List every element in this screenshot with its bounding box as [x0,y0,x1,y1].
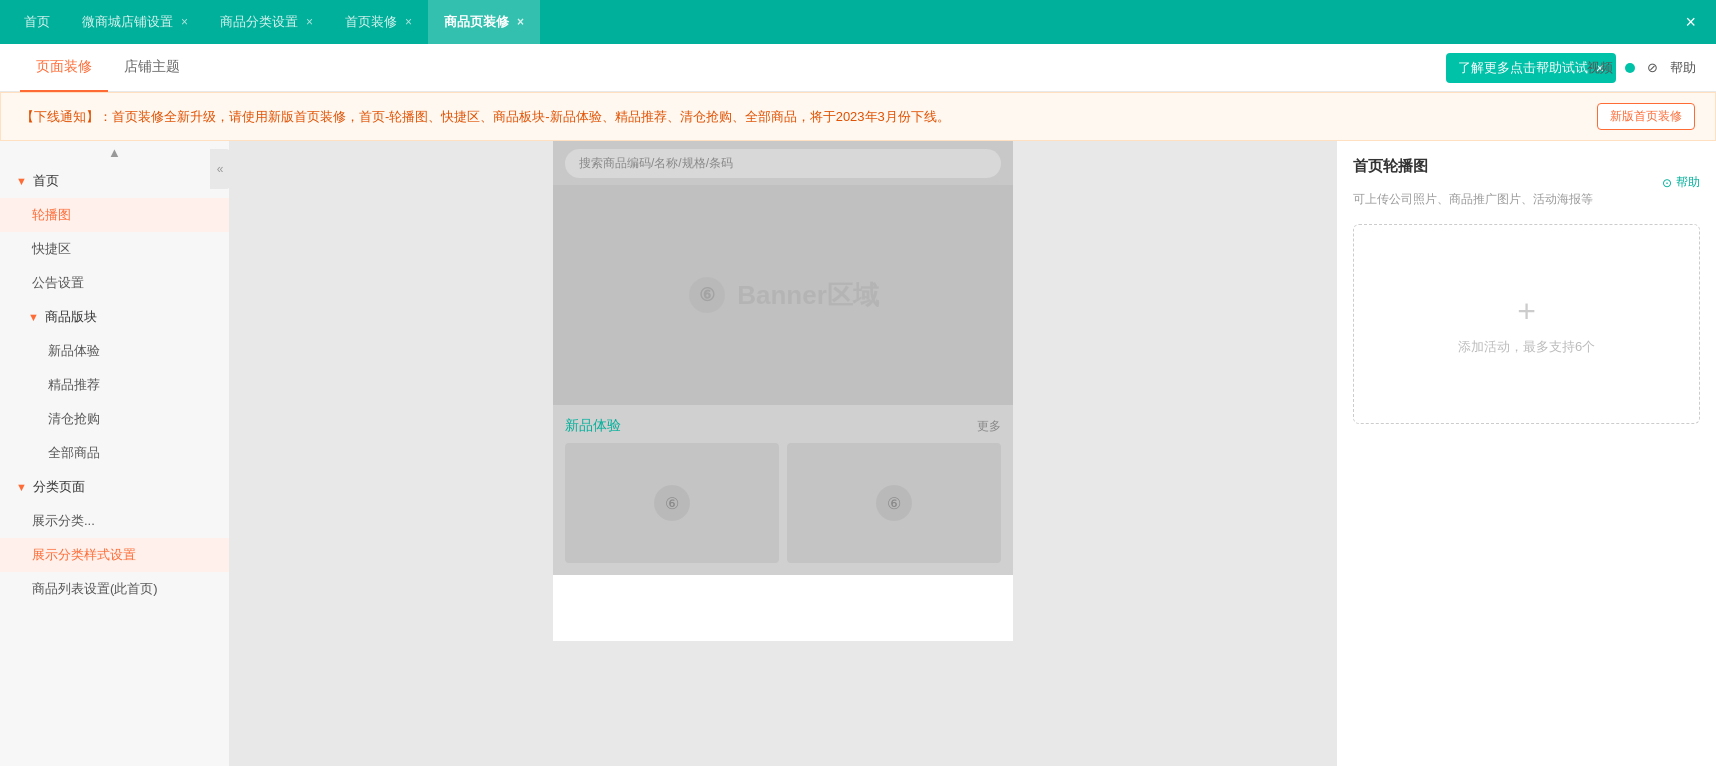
banner-text: Banner区域 [737,278,879,313]
phone-frame: 搜索商品编码/名称/规格/条码 ⑥ Banner区域 新品体验 更多 [553,141,1013,641]
window-close-button[interactable]: × [1673,12,1708,33]
plus-icon: + [1517,293,1536,330]
notice-bar: 【下线通知】：首页装修全新升级，请使用新版首页装修，首页-轮播图、快捷区、商品板… [0,92,1716,141]
help-banner-text: 了解更多点击帮助试试 [1458,59,1588,77]
nav-tab-shop-theme[interactable]: 店铺主题 [108,44,196,92]
sidebar-item-clearance[interactable]: 清仓抢购 [0,402,229,436]
search-placeholder: 搜索商品编码/名称/规格/条码 [579,156,733,170]
close-shop-settings[interactable]: × [181,15,188,29]
phone-search-bar: 搜索商品编码/名称/规格/条码 [553,141,1013,185]
arrow-icon-product-block: ▼ [28,311,39,323]
sidebar-group-home-label: 首页 [33,172,59,190]
sidebar-group-product-block[interactable]: ▼ 商品版块 [0,300,229,334]
sidebar-scroll-up[interactable]: ▲ [0,141,229,164]
help-icon-circle: ⊘ [1647,60,1658,75]
sidebar-group-category-page[interactable]: ▼ 分类页面 [0,470,229,504]
sidebar-group-category-label: 分类页面 [33,478,85,496]
new-version-button[interactable]: 新版首页装修 [1597,103,1695,130]
arrow-icon-category: ▼ [16,481,27,493]
banner-area-preview: ⑥ Banner区域 [553,185,1013,405]
tab-bar: 首页 微商城店铺设置 × 商品分类设置 × 首页装修 × 商品页装修 × × [0,0,1716,44]
question-icon: ⊙ [1662,176,1672,190]
close-product-decor[interactable]: × [517,15,524,29]
video-link[interactable]: 视频 [1587,59,1613,77]
sidebar-item-featured[interactable]: 精品推荐 [0,368,229,402]
arrow-icon-home: ▼ [16,175,27,187]
secondary-nav: 页面装修 店铺主题 了解更多点击帮助试试 × 视频 ⊘ 帮助 [0,44,1716,92]
right-panel: 首页轮播图 可上传公司照片、商品推广图片、活动海报等 ⊙ 帮助 + 添加活动，最… [1336,141,1716,766]
product-icon-2: ⑥ [874,483,914,523]
sidebar-item-category-style[interactable]: 展示分类样式设置 [0,538,229,572]
product-card-2: ⑥ [787,443,1001,563]
tab-shop-settings[interactable]: 微商城店铺设置 × [66,0,204,44]
preview-area: 搜索商品编码/名称/规格/条码 ⑥ Banner区域 新品体验 更多 [230,141,1336,766]
product-card-1: ⑥ [565,443,779,563]
sidebar-item-banner[interactable]: 轮播图 [0,198,229,232]
close-home-decor[interactable]: × [405,15,412,29]
product-section-header: 新品体验 更多 [565,417,1001,435]
sidebar-item-notice[interactable]: 公告设置 [0,266,229,300]
product-section-more: 更多 [977,418,1001,435]
svg-text:⑥: ⑥ [699,285,715,305]
help-link[interactable]: 帮助 [1670,59,1696,77]
tab-home-decor[interactable]: 首页装修 × [329,0,428,44]
banner-logo-icon: ⑥ [687,275,727,315]
product-section-preview: 新品体验 更多 ⑥ ⑥ [553,405,1013,575]
sidebar-collapse-button[interactable]: « [210,149,230,189]
tab-product-category[interactable]: 商品分类设置 × [204,0,329,44]
nav-right-links: 视频 ⊘ 帮助 [1587,59,1696,77]
sidebar-item-quick-zone[interactable]: 快捷区 [0,232,229,266]
product-grid: ⑥ ⑥ [565,443,1001,563]
sidebar-item-show-category[interactable]: 展示分类... [0,504,229,538]
sidebar-item-product-list[interactable]: 商品列表设置(此首页) [0,572,229,606]
right-panel-header: 首页轮播图 可上传公司照片、商品推广图片、活动海报等 ⊙ 帮助 [1353,157,1700,208]
svg-text:⑥: ⑥ [665,495,679,512]
svg-text:⑥: ⑥ [887,495,901,512]
right-panel-title: 首页轮播图 [1353,157,1593,176]
product-icon-1: ⑥ [652,483,692,523]
right-panel-help-button[interactable]: ⊙ 帮助 [1662,174,1700,191]
sidebar: ▲ « ▼ 首页 轮播图 快捷区 公告设置 ▼ 商品版块 新品体验 精品推荐 清… [0,141,230,766]
search-input-preview[interactable]: 搜索商品编码/名称/规格/条码 [565,149,1001,178]
right-panel-title-group: 首页轮播图 可上传公司照片、商品推广图片、活动海报等 [1353,157,1593,208]
tab-product-decor[interactable]: 商品页装修 × [428,0,540,44]
nav-tab-page-decor[interactable]: 页面装修 [20,44,108,92]
right-panel-subtitle: 可上传公司照片、商品推广图片、活动海报等 [1353,192,1593,206]
sidebar-item-new-experience[interactable]: 新品体验 [0,334,229,368]
sidebar-group-product-block-label: 商品版块 [45,308,97,326]
product-section-title: 新品体验 [565,417,621,435]
sidebar-item-all-products[interactable]: 全部商品 [0,436,229,470]
notice-text: 【下线通知】：首页装修全新升级，请使用新版首页装修，首页-轮播图、快捷区、商品板… [21,108,950,126]
status-dot [1625,63,1635,73]
add-label: 添加活动，最多支持6个 [1458,338,1595,356]
close-product-category[interactable]: × [306,15,313,29]
tab-home[interactable]: 首页 [8,0,66,44]
sidebar-group-home[interactable]: ▼ 首页 [0,164,229,198]
add-banner-card[interactable]: + 添加活动，最多支持6个 [1353,224,1700,424]
main-layout: ▲ « ▼ 首页 轮播图 快捷区 公告设置 ▼ 商品版块 新品体验 精品推荐 清… [0,141,1716,766]
